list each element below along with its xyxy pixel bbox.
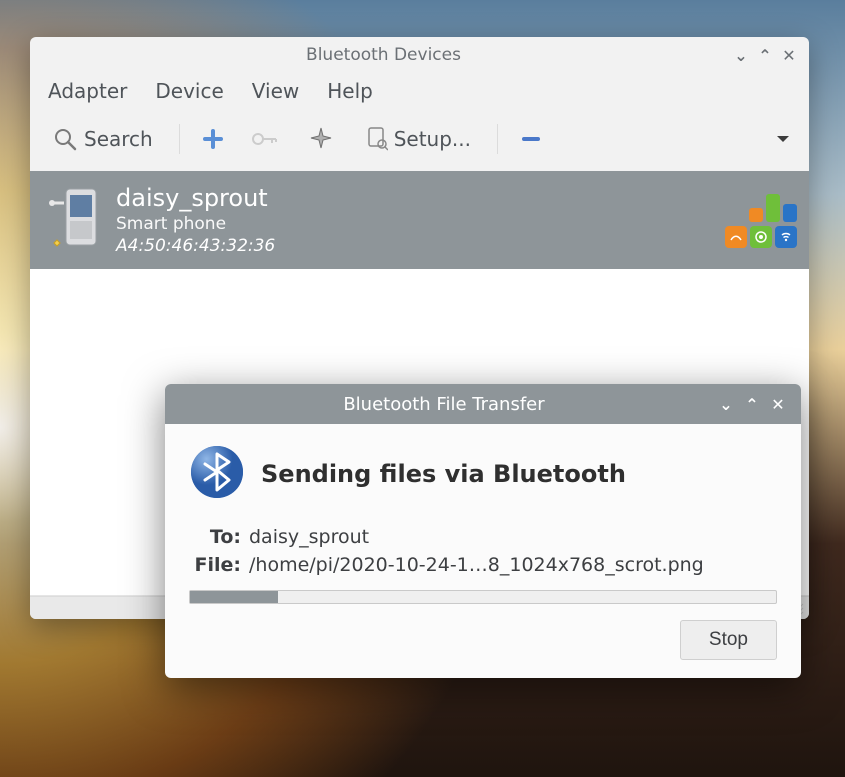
key-icon: [252, 130, 280, 148]
search-label: Search: [84, 127, 153, 151]
star-icon: [308, 126, 334, 152]
device-row[interactable]: daisy_sprout Smart phone A4:50:46:43:32:…: [30, 171, 809, 269]
stop-button[interactable]: Stop: [680, 620, 777, 660]
trust-button[interactable]: [296, 119, 346, 159]
remove-button[interactable]: [508, 119, 554, 159]
main-close-button[interactable]: ✕: [777, 46, 801, 65]
service-icon-3: [775, 226, 797, 248]
add-device-button[interactable]: [190, 119, 236, 159]
main-minimize-button[interactable]: ⌄: [729, 46, 753, 65]
main-maximize-button[interactable]: ⌃: [753, 46, 777, 65]
pair-button[interactable]: [240, 119, 292, 159]
search-icon: [52, 126, 78, 152]
file-label: File:: [189, 554, 241, 576]
dialog-title: Bluetooth File Transfer: [175, 394, 713, 415]
setup-icon: [366, 126, 388, 152]
device-mac: A4:50:46:43:32:36: [116, 236, 725, 256]
plus-icon: [202, 128, 224, 150]
service-icon-2: [750, 226, 772, 248]
dialog-maximize-button[interactable]: ⌃: [739, 395, 765, 414]
device-type: Smart phone: [116, 213, 725, 237]
toolbar-separator: [179, 124, 180, 154]
device-status: [725, 192, 797, 248]
file-transfer-dialog: Bluetooth File Transfer ⌄ ⌃ ✕ Sending fi…: [165, 384, 801, 678]
progress-bar: [189, 590, 777, 604]
menu-adapter[interactable]: Adapter: [36, 73, 139, 109]
minus-icon: [520, 128, 542, 150]
dialog-close-button[interactable]: ✕: [765, 395, 791, 414]
setup-button[interactable]: Setup...: [350, 119, 487, 159]
dialog-titlebar: Bluetooth File Transfer ⌄ ⌃ ✕: [165, 384, 801, 424]
signal-strength-icon: [749, 192, 797, 222]
service-icon-1: [725, 226, 747, 248]
setup-label: Setup...: [394, 127, 471, 151]
send-menu-button[interactable]: [763, 119, 803, 159]
bluetooth-icon: [189, 444, 245, 504]
toolbar-separator-2: [497, 124, 498, 154]
main-menubar: Adapter Device View Help: [30, 73, 809, 113]
file-value: /home/pi/2020-10-24-1…8_1024x768_scrot.p…: [249, 554, 777, 576]
to-value: daisy_sprout: [249, 526, 777, 548]
progress-fill: [190, 591, 278, 603]
menu-device[interactable]: Device: [143, 73, 235, 109]
dialog-header: Sending files via Bluetooth: [261, 460, 626, 488]
main-titlebar: Bluetooth Devices ⌄ ⌃ ✕: [30, 37, 809, 73]
dropdown-icon: [775, 131, 791, 147]
menu-help[interactable]: Help: [315, 73, 385, 109]
dialog-minimize-button[interactable]: ⌄: [713, 395, 739, 414]
phone-icon: [42, 185, 112, 255]
menu-view[interactable]: View: [240, 73, 311, 109]
main-window-title: Bluetooth Devices: [38, 45, 729, 65]
device-name: daisy_sprout: [116, 184, 725, 213]
to-label: To:: [189, 526, 241, 548]
main-toolbar: Search Setup: [30, 113, 809, 171]
search-button[interactable]: Search: [36, 119, 169, 159]
